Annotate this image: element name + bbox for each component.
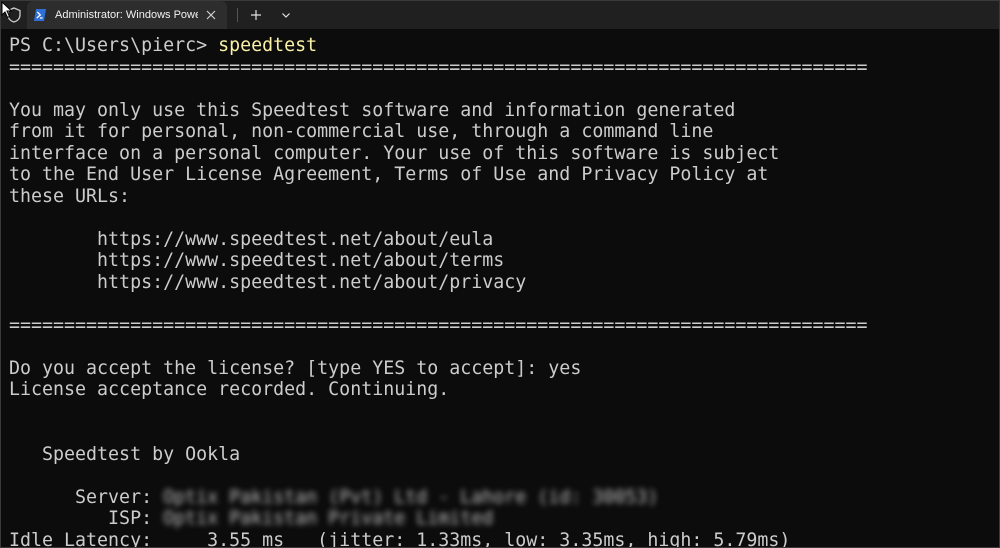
prompt-line: PS C:\Users\pierc> speedtest (9, 35, 999, 57)
license-line: You may only use this Speedtest software… (9, 99, 736, 121)
terminal-window: Administrator: Windows PowerShell PS C:\… (0, 0, 1000, 548)
server-line: Server: Optix Pakistan (Pvt) Ltd - Lahor… (9, 487, 999, 509)
brand-line: Speedtest by Ookla (9, 443, 241, 465)
license-line: interface on a personal computer. Your u… (9, 142, 780, 164)
url-eula: https://www.speedtest.net/about/eula (9, 228, 494, 250)
latency-line: Idle Latency: 3.55 ms (jitter: 1.33ms, l… (9, 529, 791, 548)
new-tab-button[interactable] (244, 3, 268, 27)
server-value: Optix Pakistan (Pvt) Ltd - Lahore (id: 3… (163, 486, 659, 508)
tab-dropdown-button[interactable] (274, 3, 298, 27)
isp-label: ISP: (9, 508, 164, 529)
powershell-icon (34, 9, 46, 21)
license-line: to the End User License Agreement, Terms… (9, 164, 769, 185)
tab-powershell[interactable]: Administrator: Windows PowerShell (27, 1, 227, 29)
license-line: these URLs: (9, 185, 131, 207)
license-line: from it for personal, non-commercial use… (9, 121, 714, 142)
plus-icon (251, 10, 261, 20)
terminal-output[interactable]: PS C:\Users\pierc> speedtest ===========… (1, 29, 999, 547)
separator-line: ========================================… (9, 56, 868, 78)
command: speedtest (218, 35, 318, 56)
tab-title: Administrator: Windows PowerShell (55, 9, 198, 21)
separator-line: ========================================… (9, 314, 868, 336)
close-tab-icon[interactable] (202, 5, 221, 25)
title-bar: Administrator: Windows PowerShell (1, 1, 999, 29)
accept-recorded-line: License acceptance recorded. Continuing. (9, 379, 450, 400)
server-label: Server: (9, 486, 164, 508)
chevron-down-icon (282, 13, 290, 18)
mouse-cursor-icon (1, 1, 13, 19)
isp-value: Optix Pakistan Private Limited (163, 508, 494, 529)
prompt: PS C:\Users\pierc> (9, 35, 219, 56)
url-terms: https://www.speedtest.net/about/terms (9, 250, 505, 271)
tab-divider (237, 8, 238, 22)
accept-prompt-line: Do you accept the license? [type YES to … (9, 357, 582, 379)
isp-line: ISP: Optix Pakistan Private Limited (9, 508, 999, 530)
url-privacy: https://www.speedtest.net/about/privacy (9, 271, 527, 293)
